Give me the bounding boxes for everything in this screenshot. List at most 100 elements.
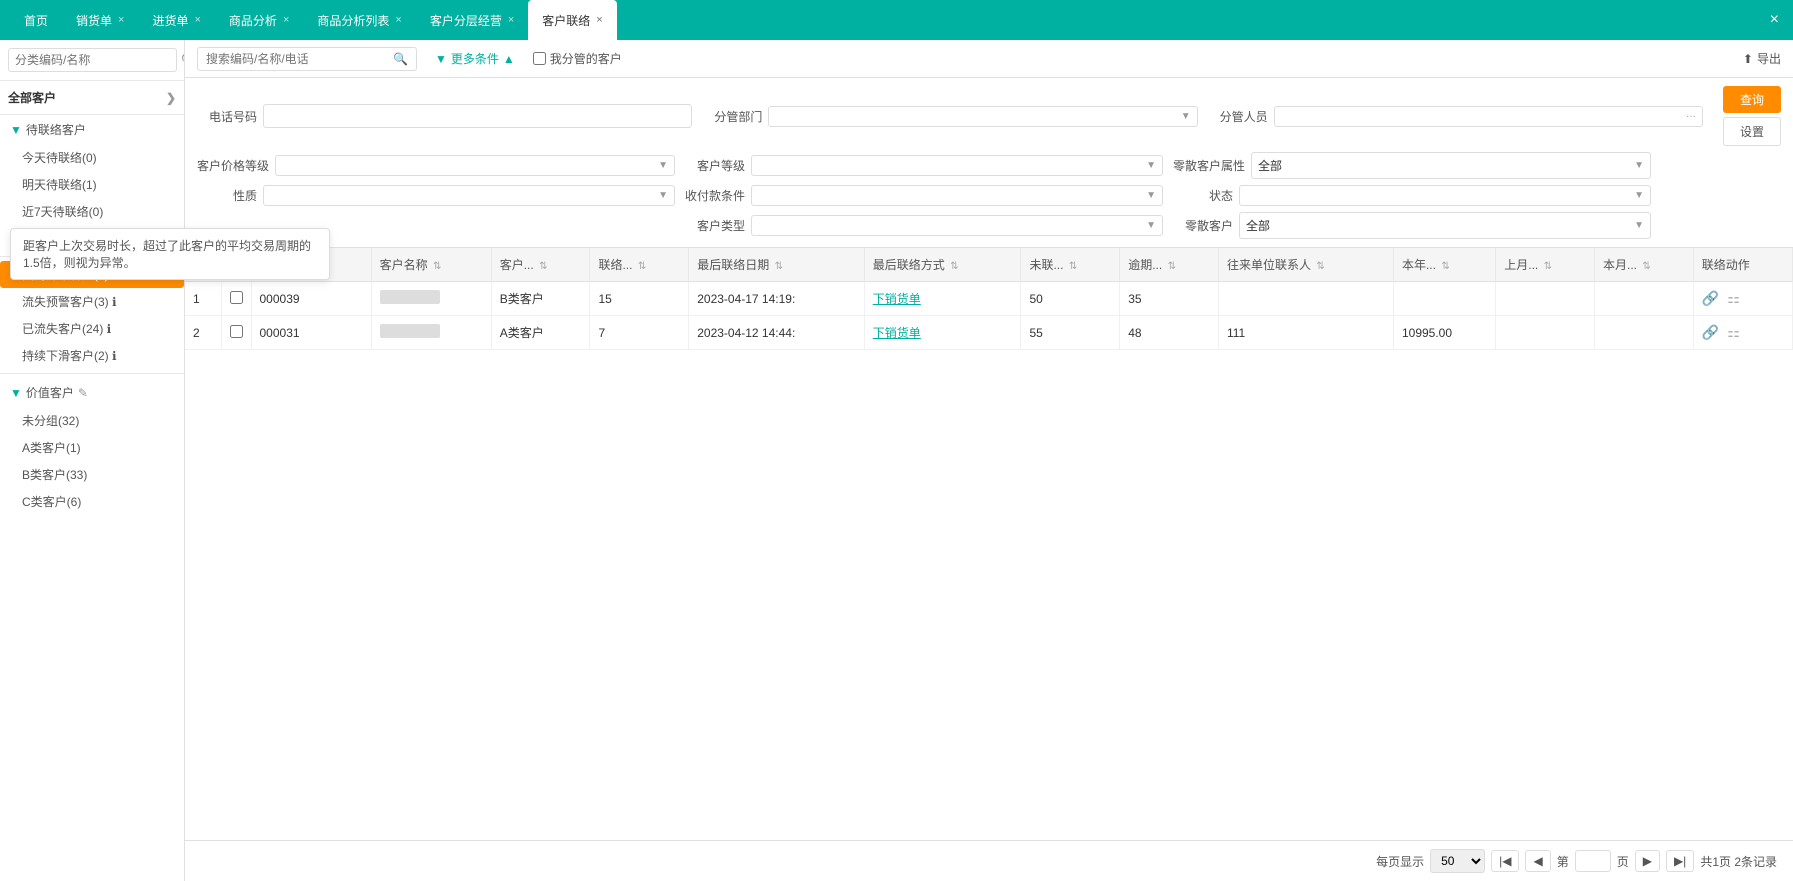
retail-select[interactable]: 全部▼ [1239,212,1651,239]
page-input[interactable]: 1 [1575,850,1611,872]
contact-method-link-1[interactable]: 下销货单 [873,292,921,306]
cell-year-1 [1393,282,1495,316]
phone-input[interactable] [263,104,692,128]
col-unlink-days[interactable]: 未联... ⇅ [1021,248,1120,282]
close-icon[interactable]: × [283,14,289,26]
customer-type-select[interactable]: ▼ [751,215,1163,236]
next-page-button[interactable]: ▶ [1635,850,1660,872]
my-customer-checkbox-label[interactable]: 我分管的客户 [533,50,622,67]
nav-customer-contact[interactable]: 客户联络 × [528,0,616,40]
cell-unlink-2: 55 [1021,316,1120,350]
search-button[interactable]: 🔍 [393,52,408,66]
my-customer-checkbox[interactable] [533,52,546,65]
sidebar-item-tomorrow-pending[interactable]: 明天待联络(1) [0,171,184,198]
nav-purchase-order[interactable]: 进货单 × [138,0,214,40]
customer-level-select[interactable]: ▼ [751,155,1163,176]
col-actions: 联络动作 [1693,248,1792,282]
sidebar-item-today-pending[interactable]: 今天待联络(0) [0,144,184,171]
sidebar-value-customers-section[interactable]: ▼ 价值客户 ✎ [0,378,184,407]
status-select[interactable]: ▼ [1239,185,1651,206]
nav-sales-order[interactable]: 销货单 × [62,0,138,40]
retail-attr-select[interactable]: 全部▼ [1251,152,1651,179]
chevron-down-icon: ▼ [1146,220,1156,231]
export-button[interactable]: ⬆ 导出 [1743,50,1781,67]
last-page-button[interactable]: ▶| [1666,850,1694,872]
col-contacts[interactable]: 往来单位联系人 ⇅ [1218,248,1393,282]
sidebar-pending-contact-section[interactable]: ▼ 待联络客户 [0,115,184,144]
sidebar-item-7days-pending[interactable]: 近7天待联络(0) [0,198,184,225]
filter-row-3: 性质 ▼ 收付款条件 ▼ 状态 ▼ [197,185,1781,206]
cell-lastmonth-1 [1496,282,1595,316]
table-row: 2 000031 A类客户 7 2023-04-12 14:44: 下销货单 [185,316,1793,350]
cell-contact-count-2: 7 [590,316,689,350]
sidebar-item-class-b[interactable]: B类客户(33) [0,461,184,488]
sidebar-item-class-c[interactable]: C类客户(6) [0,488,184,515]
close-icon[interactable]: × [118,14,124,26]
field-customer-type-label: 客户类型 [685,217,745,234]
sidebar-search-input[interactable] [8,48,177,72]
edit-icon[interactable]: ✎ [78,386,88,400]
cell-contacts-2: 111 [1218,316,1393,350]
first-page-button[interactable]: |◀ [1491,850,1519,872]
dept-select[interactable]: ▼ [768,106,1197,127]
nav-product-analysis[interactable]: 商品分析 × [215,0,303,40]
view-icon-2[interactable]: 🔗 [1702,324,1719,341]
col-year-amount[interactable]: 本年... ⇅ [1393,248,1495,282]
main-layout: 🔍 全部客户 ❯ ▼ 待联络客户 今天待联络(0) 明天待联络(1) 近7天待联… [0,40,1793,881]
price-level-select[interactable]: ▼ [275,155,675,176]
col-overdue[interactable]: 逾期... ⇅ [1120,248,1219,282]
col-last-contact-method[interactable]: 最后联络方式 ⇅ [864,248,1021,282]
col-last-month[interactable]: 上月... ⇅ [1496,248,1595,282]
field-phone: 电话号码 [197,104,692,128]
nature-select[interactable]: ▼ [263,185,675,206]
close-icon[interactable]: × [596,14,602,26]
row-checkbox-2[interactable] [230,325,243,338]
prev-page-button[interactable]: ◀ [1525,850,1550,872]
contact-method-link-2[interactable]: 下销货单 [873,326,921,340]
cell-overdue-2: 48 [1120,316,1219,350]
nav-product-analysis-list[interactable]: 商品分析列表 × [303,0,415,40]
field-phone-label: 电话号码 [197,108,257,125]
col-this-month[interactable]: 本月... ⇅ [1595,248,1694,282]
filter-form: 电话号码 分管部门 ▼ 分管人员 ··· 查询 设置 [185,78,1793,248]
cell-type-1: B类客户 [491,282,590,316]
col-contact-count[interactable]: 联络... ⇅ [590,248,689,282]
col-customer-type[interactable]: 客户... ⇅ [491,248,590,282]
window-close-button[interactable]: × [1756,0,1793,40]
more-icon-2[interactable]: ⚏ [1727,324,1740,341]
field-payment: 收付款条件 ▼ [685,185,1163,206]
cell-type-2: A类客户 [491,316,590,350]
cell-unlink-1: 50 [1021,282,1120,316]
view-icon-1[interactable]: 🔗 [1702,290,1719,307]
field-retail-attr-label: 零散客户属性 [1173,157,1245,174]
ellipsis-icon: ··· [1686,111,1696,122]
nav-home[interactable]: 首页 [10,0,62,40]
col-name[interactable]: 客户名称 ⇅ [371,248,491,282]
close-icon[interactable]: × [194,14,200,26]
filter-actions: 查询 设置 [1723,86,1781,146]
page-size-select[interactable]: 50 20 100 [1430,849,1485,873]
sidebar-item-churned[interactable]: 已流失客户(24) ℹ [0,315,184,342]
payment-select[interactable]: ▼ [751,185,1163,206]
field-manager: 分管人员 ··· [1208,106,1703,127]
search-input[interactable] [206,52,393,66]
collapse-icon[interactable]: ❯ [166,91,176,105]
sort-icon: ⇅ [1069,261,1077,272]
nav-customer-segmentation[interactable]: 客户分层经营 × [416,0,528,40]
query-button[interactable]: 查询 [1723,86,1781,113]
row-checkbox-1[interactable] [230,291,243,304]
page-label: 第 [1557,853,1569,870]
sidebar-item-declining[interactable]: 持续下滑客户(2) ℹ [0,342,184,369]
sort-icon: ⇅ [1316,261,1324,272]
col-last-contact-date[interactable]: 最后联络日期 ⇅ [689,248,865,282]
settings-button[interactable]: 设置 [1723,117,1781,146]
manager-select[interactable]: ··· [1274,106,1703,127]
close-icon[interactable]: × [395,14,401,26]
sidebar-item-class-a[interactable]: A类客户(1) [0,434,184,461]
sidebar-item-unclassified[interactable]: 未分组(32) [0,407,184,434]
close-icon[interactable]: × [508,14,514,26]
more-icon-1[interactable]: ⚏ [1727,290,1740,307]
more-filter-button[interactable]: ▼ 更多条件 ▲ [427,46,523,71]
chevron-down-icon: ▼ [658,160,668,171]
sidebar-item-churn-warning[interactable]: 流失预警客户(3) ℹ [0,288,184,315]
